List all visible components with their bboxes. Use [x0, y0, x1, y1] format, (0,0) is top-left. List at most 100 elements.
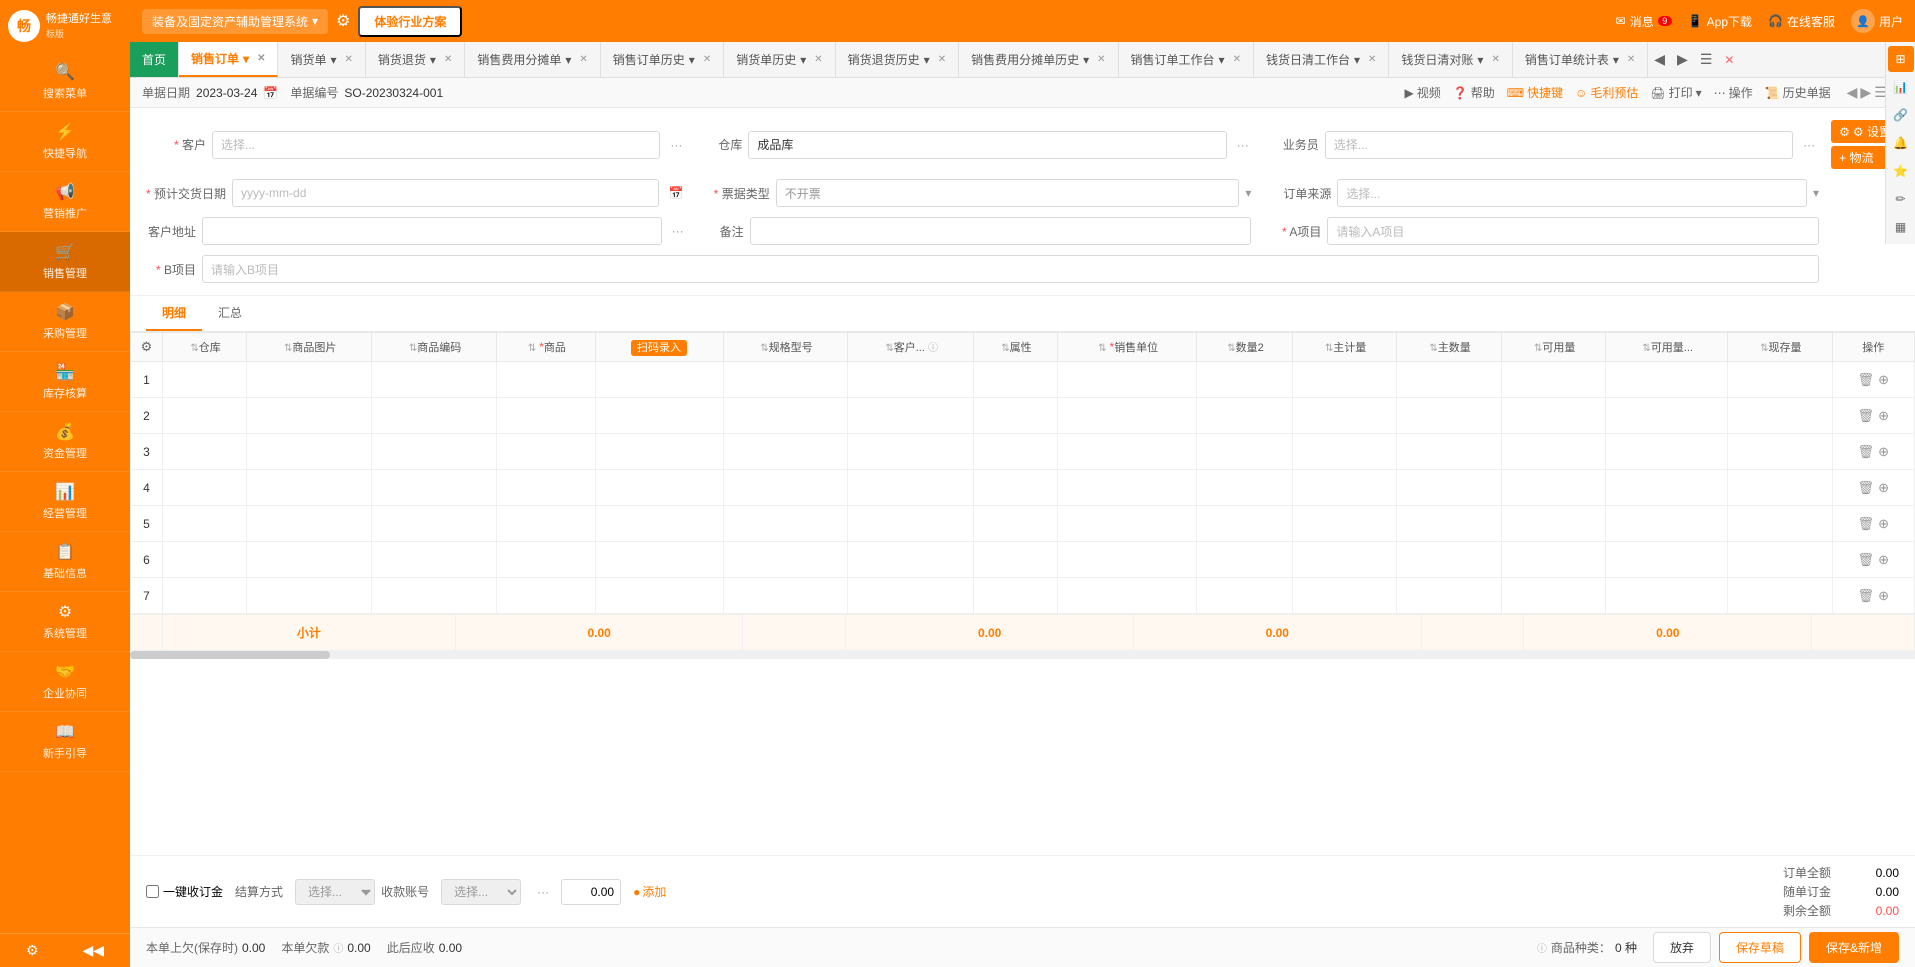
cell-main-unit[interactable]: [1292, 398, 1397, 434]
profit-btn[interactable]: ☺ 毛利预估: [1575, 84, 1638, 101]
cell-avail[interactable]: [1501, 578, 1606, 614]
copy-row-icon[interactable]: ⊕: [1878, 408, 1889, 424]
amount-input[interactable]: [561, 879, 621, 905]
delete-row-icon[interactable]: 🗑: [1858, 408, 1875, 424]
tab-home[interactable]: 首页: [130, 42, 179, 77]
a-project-input[interactable]: 请输入A项目: [1327, 217, 1819, 245]
cell-main-unit[interactable]: [1292, 578, 1397, 614]
tab-order-stats[interactable]: 销售订单统计表 ▾ ✕: [1513, 42, 1648, 77]
table-scrollbar[interactable]: [130, 651, 1915, 659]
cell-avail[interactable]: [1501, 470, 1606, 506]
cell-avail2[interactable]: [1606, 542, 1728, 578]
cell-avail[interactable]: [1501, 542, 1606, 578]
cell-attr[interactable]: [973, 542, 1057, 578]
sidebar-item-finance[interactable]: 💰 资金管理: [0, 412, 130, 472]
tab-expense-history[interactable]: 销售费用分摊单历史 ▾ ✕: [959, 42, 1118, 77]
staff-input[interactable]: 选择...: [1325, 131, 1793, 159]
tab-close-all-icon[interactable]: ✕: [1718, 53, 1740, 67]
close-icon[interactable]: ✕: [444, 54, 452, 65]
cell-spec[interactable]: [723, 470, 848, 506]
cell-product[interactable]: [497, 362, 596, 398]
right-sidebar-btn-5[interactable]: ⭐: [1888, 158, 1914, 184]
print-btn[interactable]: 🖨 打印 ▾: [1650, 84, 1701, 101]
right-sidebar-btn-7[interactable]: ▦: [1888, 214, 1914, 240]
close-icon[interactable]: ✕: [1368, 54, 1376, 65]
cell-stock[interactable]: [1727, 542, 1832, 578]
cell-unit[interactable]: [1057, 434, 1196, 470]
cell-main-unit[interactable]: [1292, 434, 1397, 470]
cell-main-qty[interactable]: [1397, 398, 1502, 434]
close-icon[interactable]: ✕: [1491, 54, 1499, 65]
sidebar-item-base[interactable]: 📋 基础信息: [0, 532, 130, 592]
cell-unit[interactable]: [1057, 506, 1196, 542]
note-input[interactable]: [750, 217, 1252, 245]
cell-code[interactable]: [372, 470, 497, 506]
cell-avail2[interactable]: [1606, 434, 1728, 470]
delivery-input[interactable]: yyyy-mm-dd: [232, 179, 659, 207]
system-name-selector[interactable]: 装备及固定资产辅助管理系统 ▾: [142, 9, 328, 34]
cell-qty2[interactable]: [1197, 542, 1293, 578]
cell-customer-code[interactable]: [848, 398, 973, 434]
sidebar-collapse-icon[interactable]: ◀◀: [82, 942, 104, 959]
tab-return-history[interactable]: 销货退货历史 ▾ ✕: [836, 42, 959, 77]
right-sidebar-btn-1[interactable]: ⊞: [1888, 46, 1914, 72]
cell-avail2[interactable]: [1606, 362, 1728, 398]
nav-next-icon[interactable]: ▶: [1860, 84, 1871, 101]
cell-main-qty[interactable]: [1397, 542, 1502, 578]
cell-customer-code[interactable]: [848, 578, 973, 614]
cell-attr[interactable]: [973, 470, 1057, 506]
th-settings[interactable]: ⚙: [131, 333, 163, 362]
warehouse-input[interactable]: 成品库: [748, 131, 1226, 159]
tab-daily-workbench[interactable]: 钱货日清工作台 ▾ ✕: [1254, 42, 1389, 77]
close-icon[interactable]: ✕: [1233, 54, 1241, 65]
address-input[interactable]: [202, 217, 662, 245]
account-select[interactable]: 选择...: [441, 879, 521, 905]
cell-attr[interactable]: [973, 362, 1057, 398]
cell-stock[interactable]: [1727, 506, 1832, 542]
topbar-settings-icon[interactable]: ⚙: [336, 11, 350, 31]
cell-product[interactable]: [497, 506, 596, 542]
topbar-service[interactable]: 🎧 在线客服: [1768, 13, 1835, 30]
cell-warehouse[interactable]: [163, 470, 247, 506]
tab-sales-invoice[interactable]: 销货单 ▾ ✕: [278, 42, 365, 77]
warehouse-ellipsis-icon[interactable]: ···: [1237, 138, 1249, 152]
cell-warehouse[interactable]: [163, 434, 247, 470]
right-sidebar-btn-2[interactable]: 📊: [1888, 74, 1914, 100]
cell-attr[interactable]: [973, 434, 1057, 470]
tab-expense-split[interactable]: 销售费用分摊单 ▾ ✕: [465, 42, 600, 77]
discard-button[interactable]: 放弃: [1653, 932, 1711, 963]
cell-attr[interactable]: [973, 398, 1057, 434]
close-icon[interactable]: ✕: [938, 54, 946, 65]
save-draft-button[interactable]: 保存草稿: [1719, 932, 1801, 963]
cell-main-qty[interactable]: [1397, 362, 1502, 398]
cell-avail2[interactable]: [1606, 506, 1728, 542]
solution-button[interactable]: 体验行业方案: [358, 6, 462, 37]
right-sidebar-btn-3[interactable]: 🔗: [1888, 102, 1914, 128]
copy-row-icon[interactable]: ⊕: [1878, 588, 1889, 604]
delete-row-icon[interactable]: 🗑: [1858, 516, 1875, 532]
cell-customer-code[interactable]: [848, 506, 973, 542]
cell-product[interactable]: [497, 542, 596, 578]
account-ellipsis-icon[interactable]: ···: [537, 885, 549, 899]
close-icon[interactable]: ✕: [814, 54, 822, 65]
right-sidebar-btn-6[interactable]: ✏: [1888, 186, 1914, 212]
help-btn[interactable]: ❓ 帮助: [1453, 84, 1495, 101]
cell-product[interactable]: [497, 398, 596, 434]
close-icon[interactable]: ✕: [579, 54, 587, 65]
staff-ellipsis-icon[interactable]: ···: [1803, 138, 1815, 152]
cell-warehouse[interactable]: [163, 542, 247, 578]
calendar-icon[interactable]: 📅: [263, 86, 278, 100]
calendar-icon[interactable]: 📅: [669, 186, 684, 200]
tab-sales-return[interactable]: 销货退货 ▾ ✕: [366, 42, 465, 77]
sidebar-item-guide[interactable]: 📖 新手引导: [0, 712, 130, 772]
scan-btn[interactable]: 扫码录入: [631, 340, 687, 356]
address-ellipsis-icon[interactable]: ···: [672, 224, 684, 238]
cell-main-unit[interactable]: [1292, 542, 1397, 578]
tab-order-history[interactable]: 销售订单历史 ▾ ✕: [601, 42, 724, 77]
copy-row-icon[interactable]: ⊕: [1878, 444, 1889, 460]
one-key-collect-checkbox[interactable]: 一键收订金: [146, 883, 223, 900]
sidebar-item-quick-nav[interactable]: ⚡ 快捷导航: [0, 112, 130, 172]
invoice-select[interactable]: 不开票: [776, 179, 1240, 207]
topbar-message[interactable]: ✉ 消息 9: [1616, 13, 1672, 30]
cell-customer-code[interactable]: [848, 362, 973, 398]
